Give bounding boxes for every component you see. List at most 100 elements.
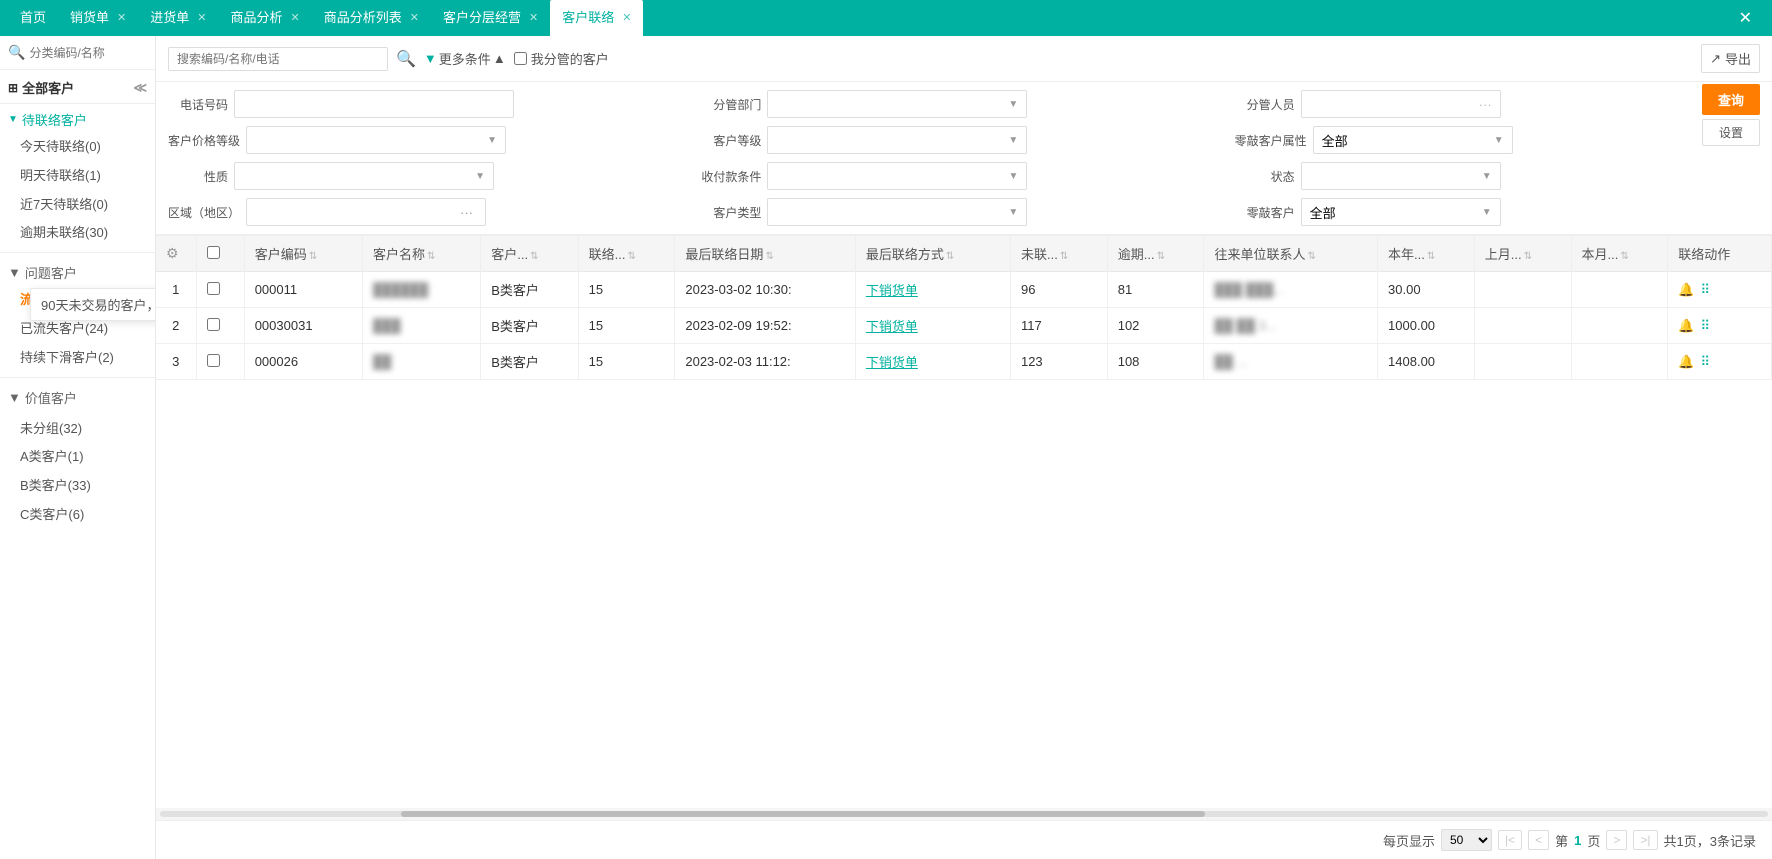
filter-search-input[interactable] xyxy=(168,47,388,71)
table-header-gear[interactable]: ⚙ xyxy=(156,236,196,272)
unit-sort-icon[interactable]: ⇅ xyxy=(1307,251,1315,262)
sidebar-item-class-c[interactable]: C类客户(6) xyxy=(0,501,155,530)
more-actions-icon[interactable]: ⠿ xyxy=(1700,318,1710,334)
more-actions-icon[interactable]: ⠿ xyxy=(1700,282,1710,298)
sidebar-collapse-icon[interactable]: ≪ xyxy=(133,80,147,96)
next-page-button[interactable]: > xyxy=(1606,830,1627,850)
nav-home[interactable]: 首页 xyxy=(8,0,58,36)
price-level-select[interactable]: ▼ xyxy=(246,126,506,154)
sidebar-item-class-a[interactable]: A类客户(1) xyxy=(0,443,155,472)
close-sales-order-icon[interactable]: ✕ xyxy=(117,0,126,36)
select-all-checkbox[interactable] xyxy=(207,246,220,259)
table-row: 1 000011 ██████ B类客户 15 2023-03-02 10:30… xyxy=(156,272,1772,308)
unlisted-sort-icon[interactable]: ⇅ xyxy=(1060,251,1068,262)
row-last-contact-method[interactable]: 下销货单 xyxy=(855,344,1010,380)
horizontal-scrollbar[interactable] xyxy=(156,808,1772,820)
gender-select[interactable]: ▼ xyxy=(234,162,494,190)
row-overdue: 102 xyxy=(1107,308,1204,344)
nav-customer-tier[interactable]: 客户分层经营 ✕ xyxy=(431,0,550,36)
nav-purchase-order[interactable]: 进货单 ✕ xyxy=(138,0,218,36)
customer-level-select[interactable]: ▼ xyxy=(767,126,1027,154)
sidebar-item-unclassified[interactable]: 未分组(32) xyxy=(0,415,155,444)
zero-customer-select[interactable]: 全部 ▼ xyxy=(1301,198,1501,226)
nav-product-analysis[interactable]: 商品分析 ✕ xyxy=(218,0,311,36)
row-checkbox[interactable] xyxy=(196,272,244,308)
dept-select[interactable]: ▼ xyxy=(767,90,1027,118)
region-dots[interactable]: ··· xyxy=(456,205,477,220)
row-actions[interactable]: 🔔 ⠿ xyxy=(1668,272,1772,308)
sidebar-item-today-pending[interactable]: 今天待联络(0) xyxy=(0,133,155,162)
manager-dots[interactable]: ··· xyxy=(1479,97,1492,112)
row-actions[interactable]: 🔔 ⠿ xyxy=(1668,308,1772,344)
customer-type-select[interactable]: ▼ xyxy=(767,198,1027,226)
contact-icon[interactable]: 🔔 xyxy=(1678,354,1694,370)
more-actions-icon[interactable]: ⠿ xyxy=(1700,354,1710,370)
filter-field-status: 状态 ▼ xyxy=(1235,162,1760,190)
last-page-button[interactable]: >| xyxy=(1633,830,1657,850)
sidebar-item-tomorrow-pending[interactable]: 明天待联络(1) xyxy=(0,162,155,191)
filter-field-zero-customer: 零敲客户 全部 ▼ xyxy=(1235,198,1760,226)
row-checkbox[interactable] xyxy=(196,308,244,344)
nav-sales-order[interactable]: 销货单 ✕ xyxy=(58,0,138,36)
zero-attr-select[interactable]: 全部 ▼ xyxy=(1313,126,1513,154)
nav-product-analysis-list[interactable]: 商品分析列表 ✕ xyxy=(312,0,431,36)
close-purchase-order-icon[interactable]: ✕ xyxy=(197,0,206,36)
table-header-checkbox[interactable] xyxy=(196,236,244,272)
row-checkbox[interactable] xyxy=(196,344,244,380)
close-product-analysis-icon[interactable]: ✕ xyxy=(291,0,300,36)
sidebar-search-input[interactable] xyxy=(29,46,156,60)
sidebar-item-class-b[interactable]: B类客户(33) xyxy=(0,472,155,501)
row-last-contact-method[interactable]: 下销货单 xyxy=(855,272,1010,308)
method-sort-icon[interactable]: ⇅ xyxy=(946,251,954,262)
window-close-button[interactable]: ✕ xyxy=(1727,8,1764,28)
pending-expand-icon[interactable]: ▼ xyxy=(8,114,18,125)
manager-select[interactable]: ··· xyxy=(1301,90,1501,118)
nav-customer-contact[interactable]: 客户联络 ✕ xyxy=(550,0,643,36)
table-header-last-month: 上月...⇅ xyxy=(1474,236,1571,272)
page-size-select[interactable]: 50 100 200 xyxy=(1441,829,1492,851)
sidebar-item-declining[interactable]: 持续下滑客户(2) xyxy=(0,344,155,373)
first-page-button[interactable]: |< xyxy=(1498,830,1522,850)
overdue-sort-icon[interactable]: ⇅ xyxy=(1157,251,1165,262)
sidebar-item-overdue-pending[interactable]: 逾期未联络(30) xyxy=(0,219,155,248)
row-action-icons[interactable]: 🔔 ⠿ xyxy=(1678,354,1761,370)
churn-expand-icon[interactable]: ▼ xyxy=(8,265,21,280)
my-customers-checkbox[interactable] xyxy=(514,52,527,65)
close-customer-contact-icon[interactable]: ✕ xyxy=(622,0,631,36)
contact-sort-icon[interactable]: ⇅ xyxy=(627,251,635,262)
last-month-sort-icon[interactable]: ⇅ xyxy=(1524,251,1532,262)
contact-icon[interactable]: 🔔 xyxy=(1678,318,1694,334)
export-button[interactable]: ↗ 导出 xyxy=(1701,44,1760,73)
name-sort-icon[interactable]: ⇅ xyxy=(427,251,435,262)
scroll-track[interactable] xyxy=(160,811,1768,817)
date-sort-icon[interactable]: ⇅ xyxy=(765,251,773,262)
code-sort-icon[interactable]: ⇅ xyxy=(309,251,317,262)
payment-select[interactable]: ▼ xyxy=(767,162,1027,190)
row-action-icons[interactable]: 🔔 ⠿ xyxy=(1678,318,1761,334)
row-action-icons[interactable]: 🔔 ⠿ xyxy=(1678,282,1761,298)
region-select[interactable]: ··· xyxy=(246,198,486,226)
sidebar-all-customers[interactable]: ⊞ 全部客户 ≪ xyxy=(0,70,155,104)
row-actions[interactable]: 🔔 ⠿ xyxy=(1668,344,1772,380)
this-month-sort-icon[interactable]: ⇅ xyxy=(1620,251,1628,262)
value-expand-icon[interactable]: ▼ xyxy=(8,390,21,405)
filter-field-phone: 电话号码 xyxy=(168,90,693,118)
filter-search-button[interactable]: 🔍 xyxy=(396,49,416,69)
sidebar-value-items: 未分组(32) A类客户(1) B类客户(33) C类客户(6) xyxy=(0,411,155,534)
row-last-contact-method[interactable]: 下销货单 xyxy=(855,308,1010,344)
query-button[interactable]: 查询 xyxy=(1702,84,1760,115)
close-customer-tier-icon[interactable]: ✕ xyxy=(529,0,538,36)
phone-input[interactable] xyxy=(234,90,514,118)
gear-icon[interactable]: ⚙ xyxy=(166,245,179,261)
close-product-analysis-list-icon[interactable]: ✕ xyxy=(410,0,419,36)
year-sort-icon[interactable]: ⇅ xyxy=(1427,251,1435,262)
prev-page-button[interactable]: < xyxy=(1528,830,1549,850)
row-contact: 15 xyxy=(578,344,675,380)
contact-icon[interactable]: 🔔 xyxy=(1678,282,1694,298)
status-select[interactable]: ▼ xyxy=(1301,162,1501,190)
settings-button[interactable]: 设置 xyxy=(1702,119,1760,146)
filter-more-conditions[interactable]: ▼ 更多条件 ▲ xyxy=(424,49,506,68)
sidebar-item-7day-pending[interactable]: 近7天待联络(0) xyxy=(0,191,155,220)
scroll-thumb[interactable] xyxy=(401,811,1205,817)
type-sort-icon[interactable]: ⇅ xyxy=(530,251,538,262)
